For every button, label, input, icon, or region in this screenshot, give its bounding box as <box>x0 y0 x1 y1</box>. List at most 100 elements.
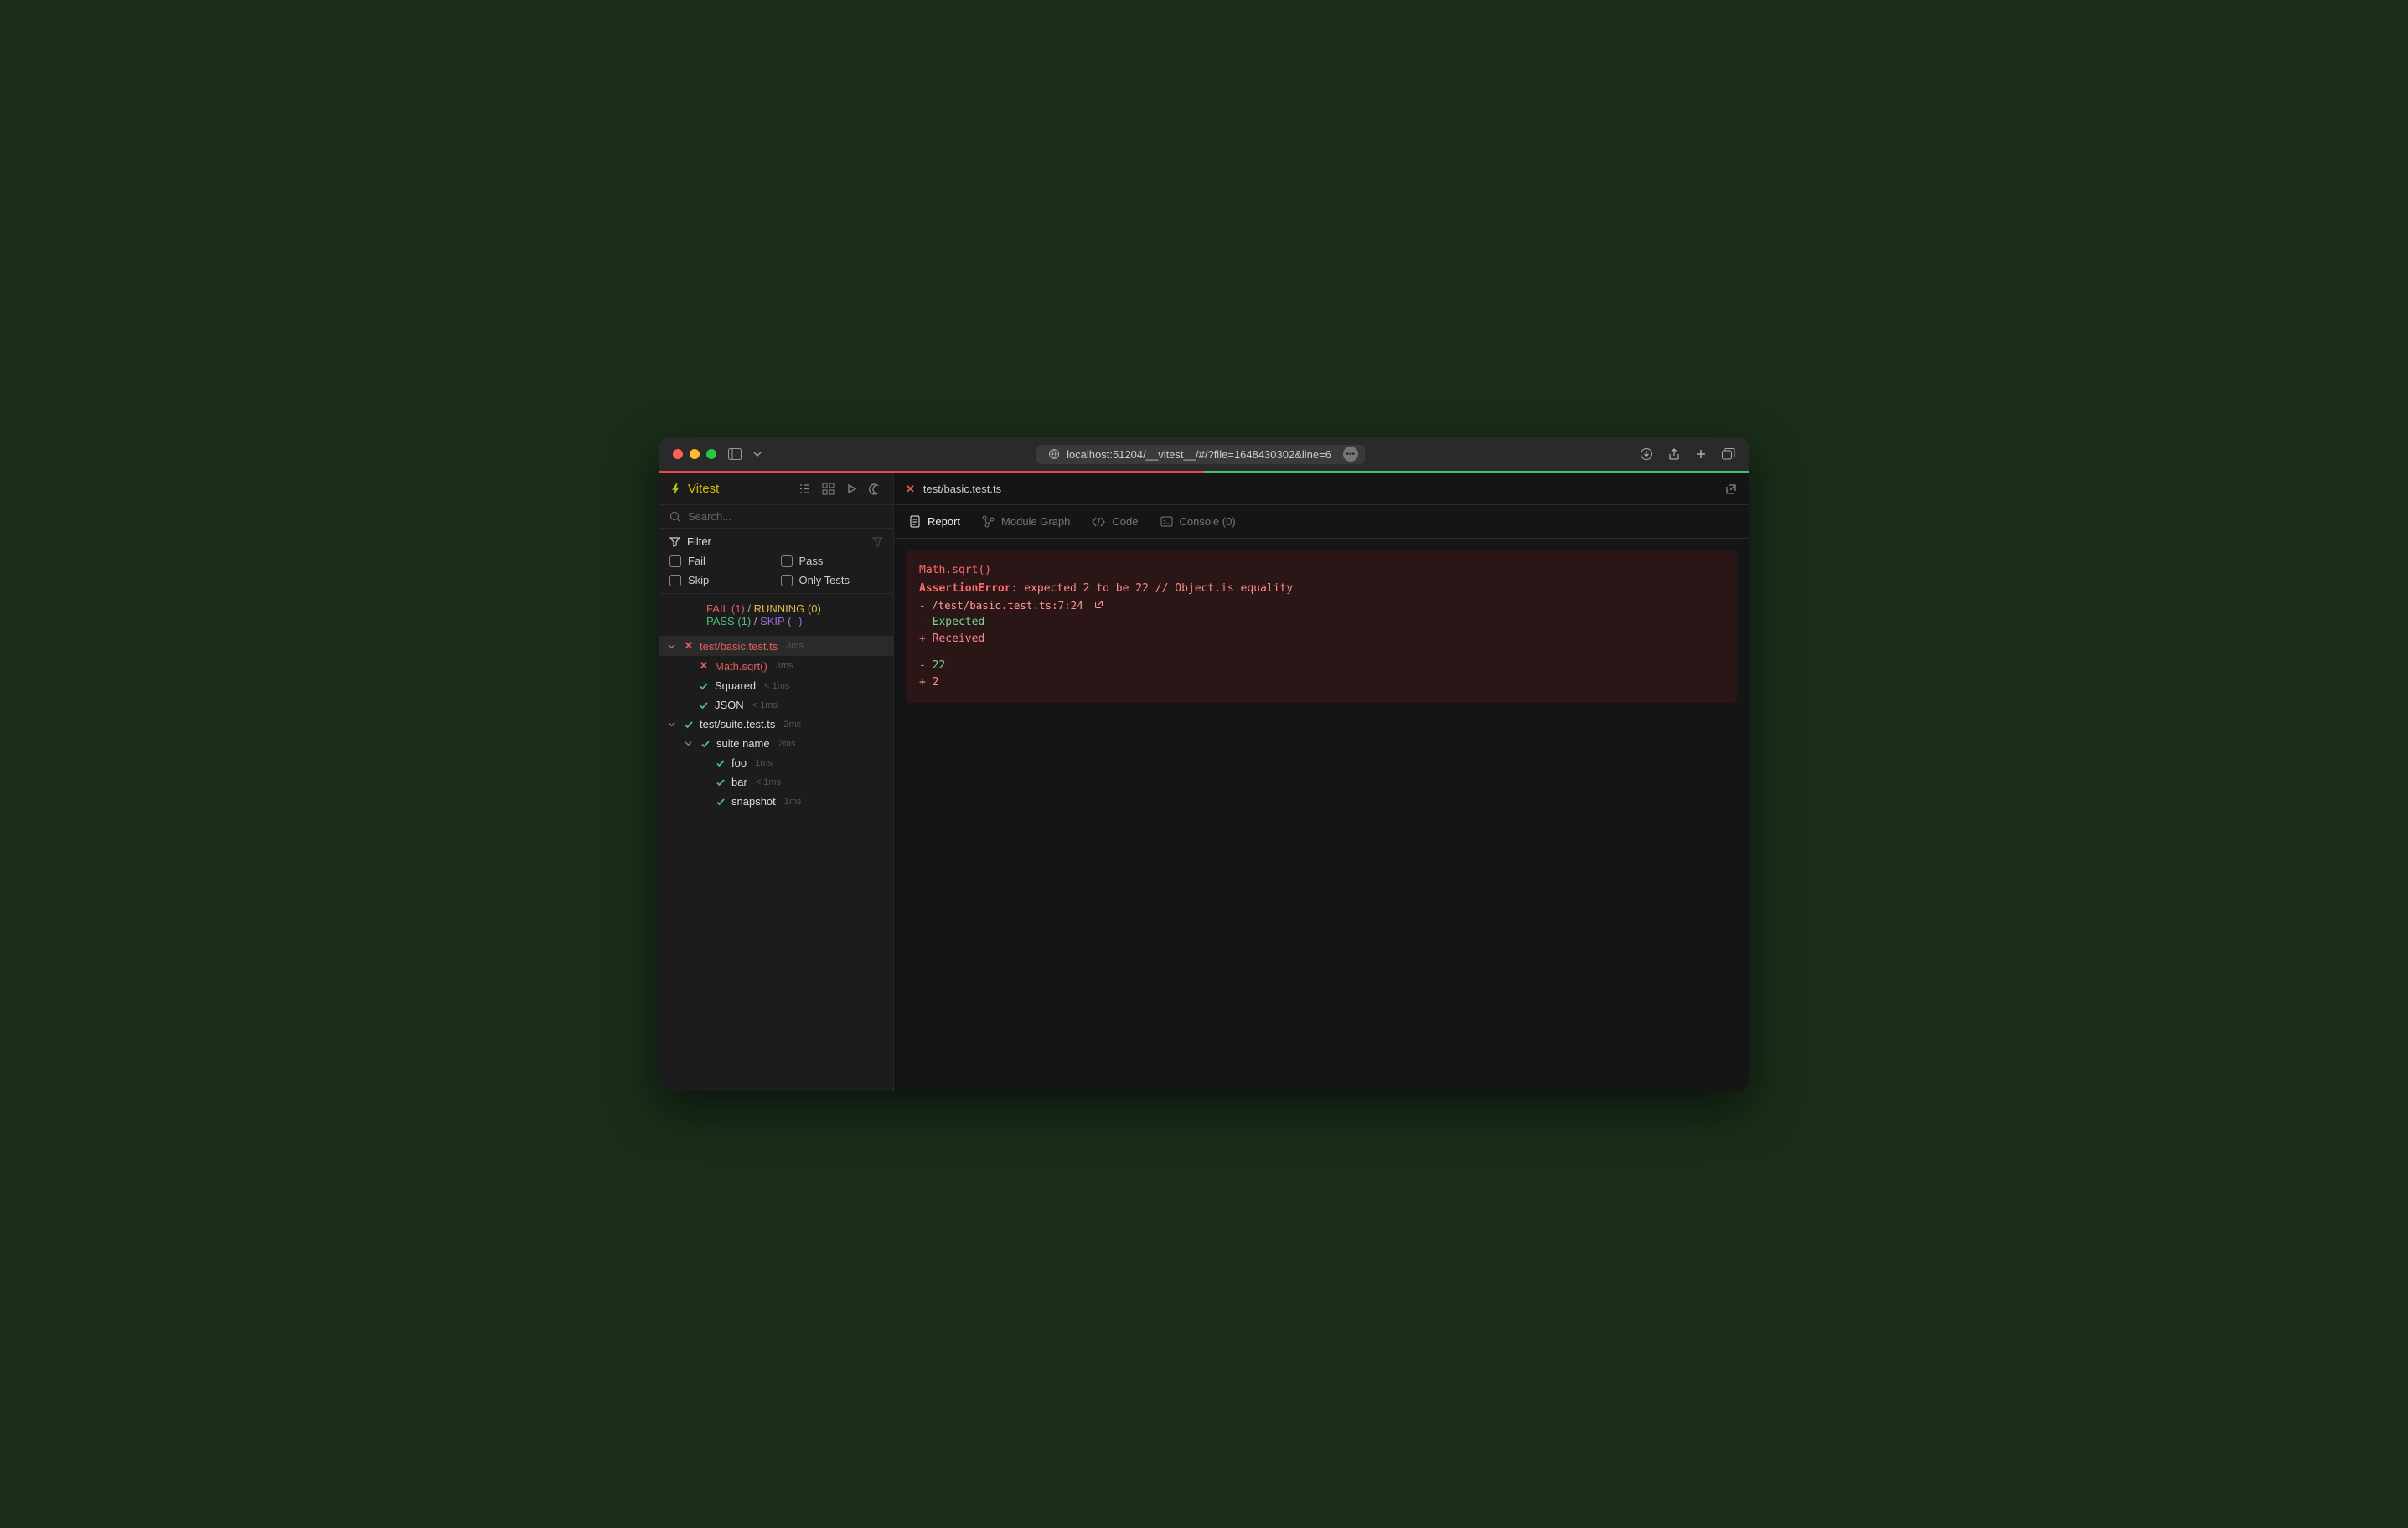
tree-row-t6[interactable]: snapshot 1ms <box>659 792 893 811</box>
close-window-button[interactable] <box>673 449 683 459</box>
chevron-down-icon[interactable] <box>668 643 678 650</box>
duration-label: 1ms <box>784 797 802 807</box>
tree-row-t4[interactable]: foo 1ms <box>659 753 893 772</box>
filter-label: Filter <box>687 535 711 548</box>
duration-label: < 1ms <box>764 681 789 691</box>
open-location-icon[interactable] <box>1094 599 1103 612</box>
sidebar-toggle-icon[interactable] <box>728 448 742 460</box>
run-all-icon[interactable] <box>843 483 860 494</box>
console-icon <box>1160 516 1173 527</box>
tree-label: test/suite.test.ts <box>700 718 775 730</box>
pass-icon <box>715 758 726 768</box>
tree-label: snapshot <box>731 795 776 808</box>
traffic-lights <box>673 449 716 459</box>
filter-skip-checkbox[interactable]: Skip <box>669 574 773 586</box>
pass-icon <box>683 720 695 730</box>
progress-fail-segment <box>659 471 1204 473</box>
list-view-icon[interactable] <box>796 483 813 495</box>
chevron-down-icon[interactable] <box>668 720 678 728</box>
duration-label: 1ms <box>755 758 773 768</box>
file-header: ✕ test/basic.test.ts <box>894 473 1749 505</box>
downloads-icon[interactable] <box>1640 447 1653 461</box>
browser-window: localhost:51204/__vitest__/#/?file=16484… <box>659 437 1749 1091</box>
maximize-window-button[interactable] <box>706 449 716 459</box>
filter-fail-checkbox[interactable]: Fail <box>669 555 773 567</box>
filter-clear-icon[interactable] <box>872 536 883 547</box>
received-value: + 2 <box>919 674 1723 691</box>
fail-icon: ✕ <box>683 639 695 653</box>
app-logo: Vitest <box>669 482 719 496</box>
tree-label: foo <box>731 756 747 769</box>
duration-label: 2ms <box>778 739 796 749</box>
pass-icon <box>700 739 711 749</box>
error-box: Math.sqrt() AssertionError: expected 2 t… <box>906 550 1737 703</box>
report-content: Math.sqrt() AssertionError: expected 2 t… <box>894 539 1749 1091</box>
tree-label: Squared <box>715 679 756 692</box>
progress-pass-segment <box>1204 471 1749 473</box>
open-external-icon[interactable] <box>1725 483 1737 495</box>
summary-pass: PASS (1) <box>706 615 751 627</box>
filter-pass-checkbox[interactable]: Pass <box>781 555 884 567</box>
tree-label: bar <box>731 776 747 788</box>
run-summary: FAIL (1) / RUNNING (0) PASS (1) / SKIP (… <box>659 594 893 636</box>
file-path: test/basic.test.ts <box>923 483 1001 495</box>
tab-report[interactable]: Report <box>909 515 960 528</box>
summary-fail: FAIL (1) <box>706 602 745 615</box>
share-icon[interactable] <box>1668 447 1680 461</box>
tab-module-graph[interactable]: Module Graph <box>982 515 1070 528</box>
code-icon <box>1092 517 1105 527</box>
url-bar: localhost:51204/__vitest__/#/?file=16484… <box>773 445 1628 464</box>
expected-value: - 22 <box>919 658 1723 674</box>
error-location: - /test/basic.test.ts:7:24 <box>919 597 1723 613</box>
pass-icon <box>698 700 710 710</box>
tree-label: test/basic.test.ts <box>700 640 778 653</box>
tree-row-t5[interactable]: bar < 1ms <box>659 772 893 792</box>
filter-icon <box>669 536 680 547</box>
tree-label: suite name <box>716 737 770 750</box>
test-tree: ✕ test/basic.test.ts 3ms ✕ Math.sqrt() 3ms Squ… <box>659 636 893 1091</box>
tree-row-f1[interactable]: ✕ test/basic.test.ts 3ms <box>659 636 893 656</box>
chevron-down-icon[interactable] <box>753 450 762 458</box>
tab-console[interactable]: Console (0) <box>1160 515 1236 528</box>
tab-code[interactable]: Code <box>1092 515 1138 528</box>
received-label: + Received <box>919 631 1723 648</box>
tabs-overview-icon[interactable] <box>1722 448 1735 460</box>
minimize-window-button[interactable] <box>690 449 700 459</box>
theme-toggle-icon[interactable] <box>866 483 883 495</box>
duration-label: < 1ms <box>752 700 778 710</box>
duration-label: 2ms <box>783 720 801 730</box>
duration-label: 3ms <box>786 641 804 651</box>
sidebar-header: Vitest <box>659 473 893 505</box>
new-tab-icon[interactable] <box>1695 448 1707 460</box>
titlebar: localhost:51204/__vitest__/#/?file=16484… <box>659 437 1749 471</box>
tree-row-s1[interactable]: suite name 2ms <box>659 734 893 753</box>
pass-icon <box>698 681 710 691</box>
summary-skip: SKIP (--) <box>760 615 802 627</box>
tree-row-t1[interactable]: ✕ Math.sqrt() 3ms <box>659 656 893 676</box>
duration-label: < 1ms <box>756 777 781 787</box>
url-text: localhost:51204/__vitest__/#/?file=16484… <box>1067 448 1331 461</box>
pass-icon <box>715 797 726 807</box>
filter-panel: Filter Fail Pass Skip Only Tests <box>659 529 893 594</box>
site-settings-icon[interactable]: ••• <box>1343 447 1358 462</box>
summary-running: RUNNING (0) <box>754 602 821 615</box>
tree-row-t3[interactable]: JSON< 1ms <box>659 695 893 715</box>
dashboard-icon[interactable] <box>819 483 836 495</box>
test-progress-bar <box>659 471 1749 473</box>
chevron-down-icon[interactable] <box>685 740 695 747</box>
url-field[interactable]: localhost:51204/__vitest__/#/?file=16484… <box>1036 445 1365 464</box>
search-input[interactable] <box>688 510 883 523</box>
tree-label: Math.sqrt() <box>715 660 767 673</box>
duration-label: 3ms <box>776 661 793 671</box>
error-test-title: Math.sqrt() <box>919 562 1723 579</box>
tree-row-f2[interactable]: test/suite.test.ts 2ms <box>659 715 893 734</box>
graph-icon <box>982 515 995 528</box>
main-tabs: Report Module Graph Code <box>894 505 1749 539</box>
filter-only-checkbox[interactable]: Only Tests <box>781 574 884 586</box>
search-icon <box>669 511 681 523</box>
search-row <box>659 505 893 529</box>
site-info-icon <box>1048 448 1060 460</box>
fail-icon: ✕ <box>698 659 710 673</box>
tree-row-t2[interactable]: Squared < 1ms <box>659 676 893 695</box>
pass-icon <box>715 777 726 787</box>
